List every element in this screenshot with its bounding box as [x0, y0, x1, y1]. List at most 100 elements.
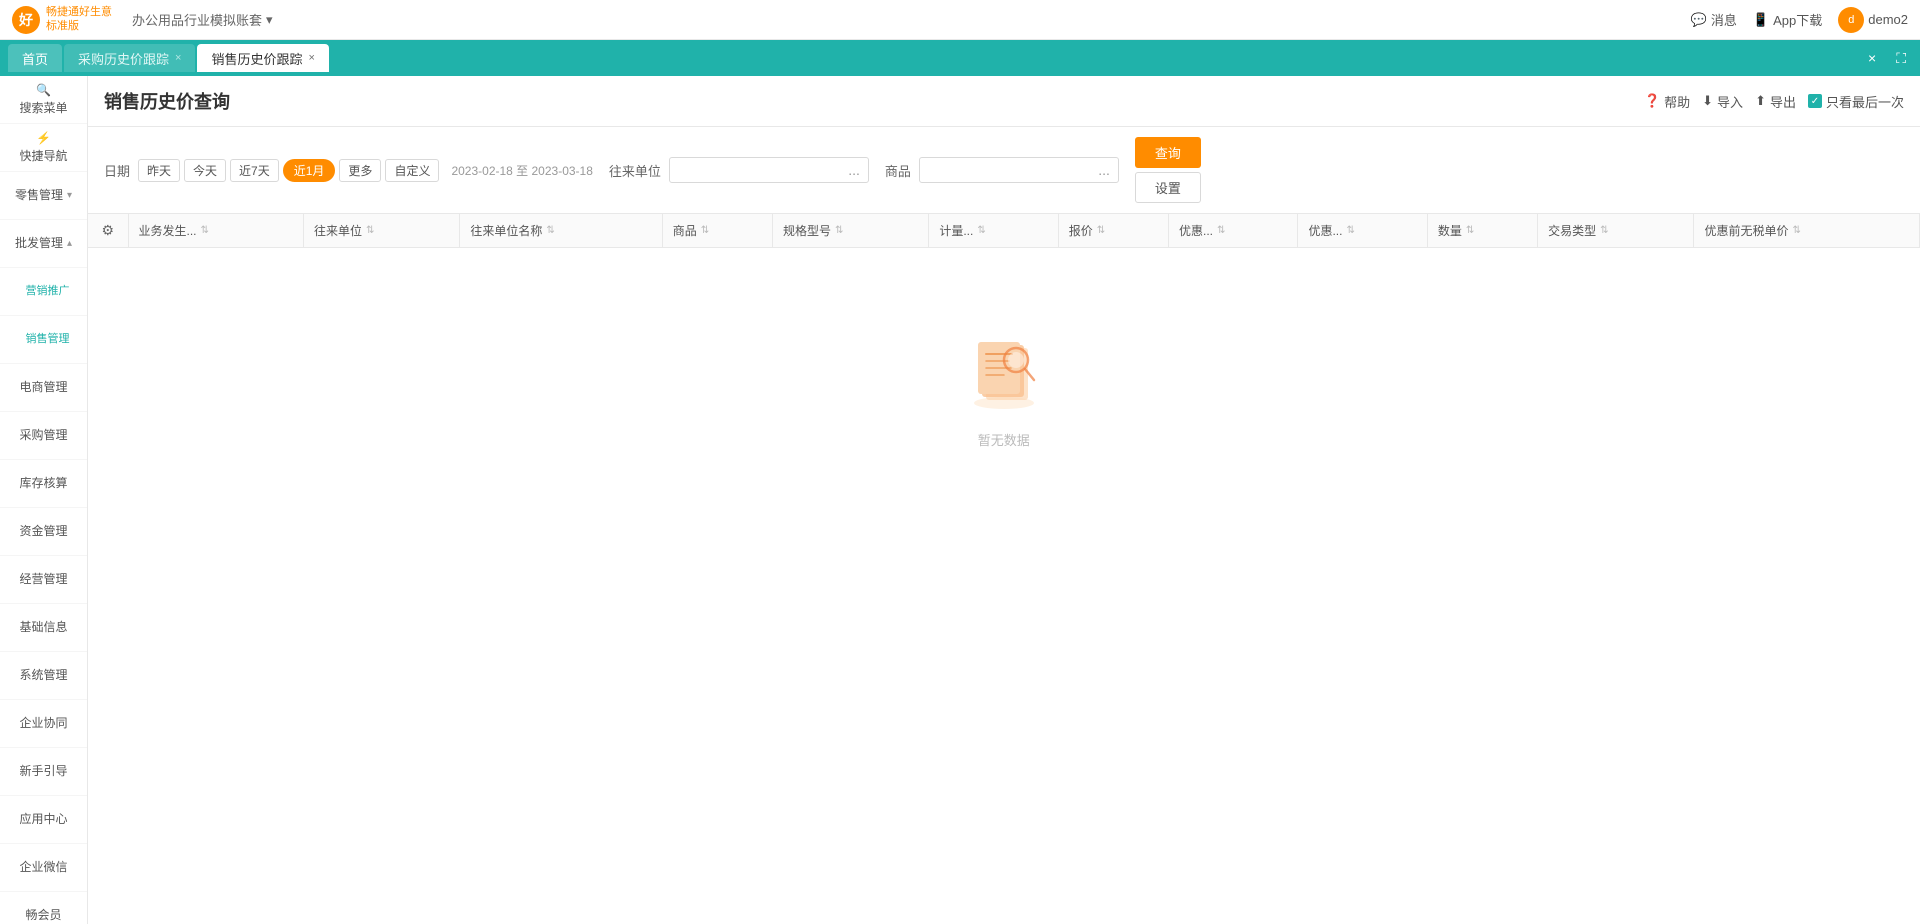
page-header: 销售历史价查询 ❓ 帮助 ⬇ 导入 ⬆ 导出 ✓: [88, 76, 1920, 127]
product-filter-group: 商品 ...: [885, 157, 1119, 183]
sort-icon: ⇅: [977, 225, 985, 236]
top-bar: 好 畅捷通好生意 标准版 办公用品行业模拟账套 ▾ 💬 消息 📱 App下载 d…: [0, 0, 1920, 40]
th-discount2[interactable]: 优惠... ⇅: [1298, 214, 1427, 248]
page-actions: ❓ 帮助 ⬇ 导入 ⬆ 导出 ✓ 只看最后一次: [1644, 92, 1904, 111]
date-btn-custom[interactable]: 自定义: [385, 159, 439, 182]
date-btn-today[interactable]: 今天: [184, 159, 226, 182]
sidebar-item-basic[interactable]: 基础信息: [0, 604, 87, 652]
date-btn-last1m[interactable]: 近1月: [283, 159, 336, 182]
table-container: ⚙ 业务发生... ⇅ 往来单位 ⇅: [88, 214, 1920, 924]
chevron-up-icon: ▴: [67, 237, 72, 250]
import-button[interactable]: ⬇ 导入: [1702, 92, 1743, 111]
sidebar-item-sales-mgmt[interactable]: 销售管理: [0, 316, 87, 364]
app-download-button[interactable]: 📱 App下载: [1753, 10, 1822, 29]
sort-icon: ⇅: [835, 225, 843, 236]
tab-home[interactable]: 首页: [8, 44, 62, 72]
avatar: d: [1838, 7, 1864, 33]
table-header-row: ⚙ 业务发生... ⇅ 往来单位 ⇅: [88, 214, 1920, 248]
th-discount1[interactable]: 优惠... ⇅: [1169, 214, 1298, 248]
sidebar-item-wholesale[interactable]: 批发管理 ▴: [0, 220, 87, 268]
date-range-display: 2023-02-18 至 2023-03-18: [451, 162, 592, 179]
th-quote[interactable]: 报价 ⇅: [1058, 214, 1168, 248]
sort-icon: ⇅: [1792, 225, 1800, 236]
message-icon: 💬: [1691, 12, 1707, 28]
product-label: 商品: [885, 161, 911, 180]
th-partner-code[interactable]: 往来单位 ⇅: [304, 214, 460, 248]
export-icon: ⬆: [1755, 93, 1766, 109]
sidebar-item-marketing[interactable]: 营销推广: [0, 268, 87, 316]
app-selector[interactable]: 办公用品行业模拟账套 ▾: [132, 10, 273, 29]
sidebar-item-purchase[interactable]: 采购管理: [0, 412, 87, 460]
sidebar-item-guide[interactable]: 新手引导: [0, 748, 87, 796]
sidebar-item-finance[interactable]: 资金管理: [0, 508, 87, 556]
help-icon: ❓: [1644, 93, 1660, 109]
only-last-checkbox[interactable]: ✓ 只看最后一次: [1808, 92, 1904, 111]
setting-button[interactable]: 设置: [1135, 172, 1201, 203]
sidebar-item-enterprise[interactable]: 企业协同: [0, 700, 87, 748]
th-partner-name[interactable]: 往来单位名称 ⇅: [460, 214, 662, 248]
sidebar-item-inventory[interactable]: 库存核算: [0, 460, 87, 508]
date-btn-yesterday[interactable]: 昨天: [138, 159, 180, 182]
date-filter-group: 日期 昨天 今天 近7天 近1月 更多 自定义 2023-02-18 至 202…: [104, 159, 593, 182]
sidebar-item-system[interactable]: 系统管理: [0, 652, 87, 700]
logo-icon: 好: [12, 6, 40, 34]
close-all-tabs-button[interactable]: ×: [1862, 48, 1882, 68]
import-icon: ⬇: [1702, 93, 1713, 109]
sidebar-item-app-center[interactable]: 应用中心: [0, 796, 87, 844]
th-gear[interactable]: ⚙: [88, 214, 128, 248]
query-button[interactable]: 查询: [1135, 137, 1201, 168]
page-title: 销售历史价查询: [104, 88, 230, 114]
top-bar-left: 好 畅捷通好生意 标准版 办公用品行业模拟账套 ▾: [12, 6, 273, 34]
tab-purchase-close[interactable]: ×: [175, 52, 181, 64]
download-icon: 📱: [1753, 12, 1769, 28]
sidebar-item-shortcut[interactable]: ⚡ 快捷导航: [0, 124, 87, 172]
table-row: 暂无数据: [88, 248, 1920, 530]
query-actions: 查询 设置: [1135, 137, 1201, 203]
tab-sales[interactable]: 销售历史价跟踪 ×: [197, 44, 328, 72]
checkbox-checked-icon: ✓: [1808, 94, 1822, 108]
th-biz-date[interactable]: 业务发生... ⇅: [128, 214, 304, 248]
chevron-down-icon: ▾: [266, 12, 273, 28]
content-area: 销售历史价查询 ❓ 帮助 ⬇ 导入 ⬆ 导出 ✓: [88, 76, 1920, 924]
empty-text: 暂无数据: [978, 430, 1030, 449]
sidebar-item-ecommerce[interactable]: 电商管理: [0, 364, 87, 412]
sort-icon: ⇅: [546, 225, 554, 236]
th-trade-type[interactable]: 交易类型 ⇅: [1538, 214, 1694, 248]
partner-input[interactable]: ...: [669, 157, 869, 183]
th-product[interactable]: 商品 ⇅: [662, 214, 772, 248]
tab-purchase[interactable]: 采购历史价跟踪 ×: [64, 44, 195, 72]
message-button[interactable]: 💬 消息: [1691, 10, 1737, 29]
sort-icon: ⇅: [1217, 225, 1225, 236]
th-qty[interactable]: 数量 ⇅: [1427, 214, 1537, 248]
th-spec[interactable]: 规格型号 ⇅: [773, 214, 929, 248]
data-table: ⚙ 业务发生... ⇅ 往来单位 ⇅: [88, 214, 1920, 529]
tab-sales-label: 销售历史价跟踪: [211, 49, 302, 68]
th-pretax-price[interactable]: 优惠前无税单价 ⇅: [1694, 214, 1920, 248]
search-icon: 🔍: [36, 83, 51, 99]
help-button[interactable]: ❓ 帮助: [1644, 92, 1690, 111]
sidebar-item-search[interactable]: 🔍 搜索菜单: [0, 76, 87, 124]
tab-sales-close[interactable]: ×: [308, 52, 314, 64]
date-filter-buttons: 昨天 今天 近7天 近1月 更多 自定义: [138, 159, 439, 182]
shortcut-icon: ⚡: [36, 131, 51, 147]
user-profile[interactable]: d demo2: [1838, 7, 1908, 33]
expand-button[interactable]: ⛶: [1890, 48, 1912, 69]
sidebar-item-operations[interactable]: 经营管理: [0, 556, 87, 604]
main-layout: 🔍 搜索菜单 ⚡ 快捷导航 零售管理 ▾ 批发管理 ▴ 营销推广 销售管理 电商…: [0, 76, 1920, 924]
date-btn-more[interactable]: 更多: [339, 159, 381, 182]
gear-icon: ⚙: [101, 222, 114, 238]
table-header: ⚙ 业务发生... ⇅ 往来单位 ⇅: [88, 214, 1920, 248]
sidebar-item-member[interactable]: 畅会员: [0, 892, 87, 924]
logo-text: 畅捷通好生意 标准版: [46, 6, 112, 32]
sidebar-item-retail[interactable]: 零售管理 ▾: [0, 172, 87, 220]
date-btn-last7[interactable]: 近7天: [230, 159, 279, 182]
th-unit[interactable]: 计量... ⇅: [929, 214, 1058, 248]
product-input[interactable]: ...: [919, 157, 1119, 183]
date-label: 日期: [104, 161, 130, 180]
sidebar-item-wechat[interactable]: 企业微信: [0, 844, 87, 892]
tab-bar-actions: × ⛶: [1862, 48, 1912, 69]
logo-area: 好 畅捷通好生意 标准版: [12, 6, 112, 34]
sort-icon: ⇅: [1097, 225, 1105, 236]
filter-bar: 日期 昨天 今天 近7天 近1月 更多 自定义 2023-02-18 至 202…: [88, 127, 1920, 214]
export-button[interactable]: ⬆ 导出: [1755, 92, 1796, 111]
